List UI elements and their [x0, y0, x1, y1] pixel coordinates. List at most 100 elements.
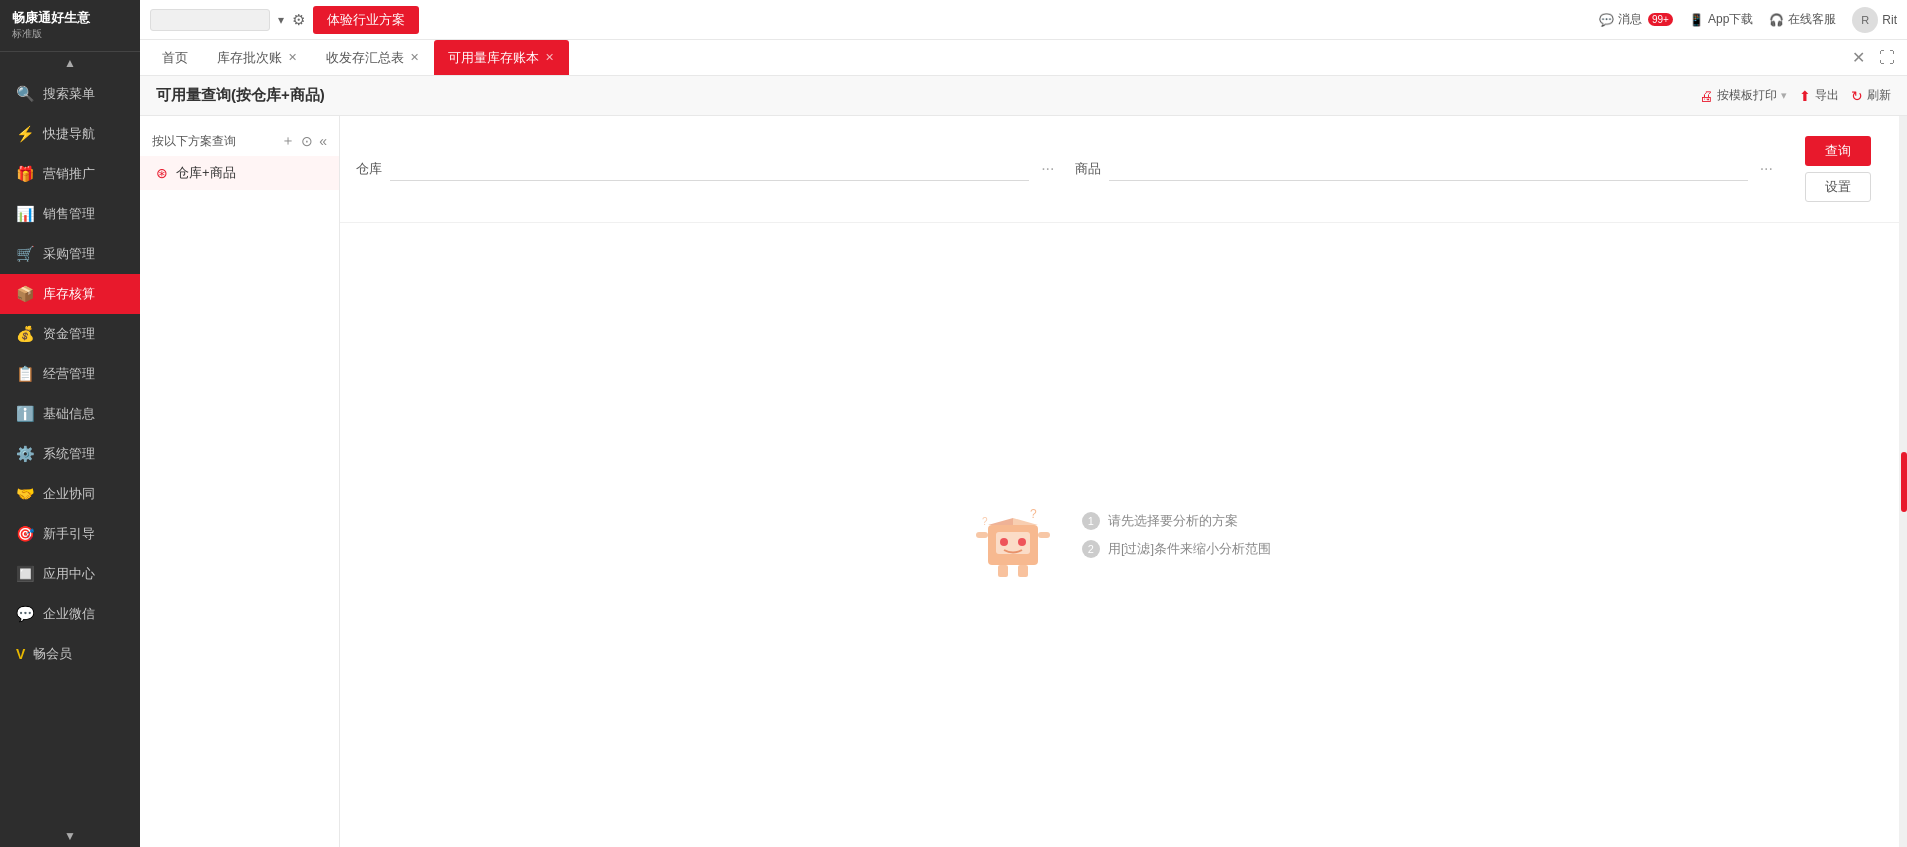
svg-point-3 [1018, 538, 1026, 546]
phone-icon: 📱 [1689, 13, 1704, 27]
sidebar-item-app-center[interactable]: 🔲 应用中心 [0, 554, 140, 594]
sidebar-item-system[interactable]: ⚙️ 系统管理 [0, 434, 140, 474]
tip-num-2: 2 [1082, 540, 1100, 558]
box-icon: 📦 [16, 285, 35, 303]
scheme-icon: ⊛ [156, 165, 168, 181]
filter-panel-title: 按以下方案查询 [152, 133, 236, 150]
product-more-btn[interactable]: ··· [1760, 160, 1773, 178]
svg-text:?: ? [1030, 507, 1037, 521]
user-avatar-area[interactable]: R Rit [1852, 7, 1897, 33]
app-download-item[interactable]: 📱 App下载 [1689, 11, 1753, 28]
tab-close-btn[interactable]: ✕ [1848, 48, 1869, 67]
tabs-right-controls: ✕ ⛶ [1848, 48, 1899, 67]
sidebar-item-shortcuts[interactable]: ⚡ 快捷导航 [0, 114, 140, 154]
tab-close-available-qty[interactable]: ✕ [545, 51, 554, 64]
tab-close-inventory-batch[interactable]: ✕ [288, 51, 297, 64]
wechat-icon: 💬 [16, 605, 35, 623]
topbar-search-input[interactable] [150, 9, 270, 31]
sidebar-scroll-up[interactable]: ▲ [0, 52, 140, 74]
query-area: 仓库 ··· 商品 ··· 查询 设置 [340, 116, 1899, 847]
export-icon: ⬆ [1799, 88, 1811, 104]
handshake-icon: 🤝 [16, 485, 35, 503]
headset-icon: 🎧 [1769, 13, 1784, 27]
topbar-dropdown[interactable]: ▾ [278, 13, 284, 27]
tab-close-stock-summary[interactable]: ✕ [410, 51, 419, 64]
query-actions: 查询 设置 [1793, 128, 1883, 210]
sidebar-item-enterprise[interactable]: 🤝 企业协同 [0, 474, 140, 514]
message-item[interactable]: 💬 消息 99+ [1599, 11, 1673, 28]
svg-rect-4 [998, 565, 1008, 577]
empty-tip-1: 1 请先选择要分析的方案 [1082, 512, 1271, 530]
export-action[interactable]: ⬆ 导出 [1799, 87, 1839, 104]
refresh-action[interactable]: ↻ 刷新 [1851, 87, 1891, 104]
page-header: 可用量查询(按仓库+商品) 🖨 按模板打印 ▾ ⬆ 导出 ↻ 刷新 [140, 76, 1907, 116]
sidebar-item-marketing[interactable]: 🎁 营销推广 [0, 154, 140, 194]
svg-rect-7 [1038, 532, 1050, 538]
topbar-gear-icon[interactable]: ⚙ [292, 11, 305, 29]
main-area: ▾ ⚙ 体验行业方案 💬 消息 99+ 📱 App下载 🎧 在线客服 R Rit [140, 0, 1907, 847]
sidebar-item-members[interactable]: V 畅会员 [0, 634, 140, 674]
info-icon: ℹ️ [16, 405, 35, 423]
filter-panel: 按以下方案查询 ＋ ⊙ « ⊛ 仓库+商品 [140, 116, 340, 847]
vip-icon: V [16, 646, 25, 662]
warehouse-field: 仓库 ··· [356, 158, 1055, 181]
tab-expand-btn[interactable]: ⛶ [1875, 49, 1899, 67]
gift-icon: 🎁 [16, 165, 35, 183]
online-service-item[interactable]: 🎧 在线客服 [1769, 11, 1836, 28]
sidebar-item-finance[interactable]: 💰 资金管理 [0, 314, 140, 354]
sidebar-item-search[interactable]: 🔍 搜索菜单 [0, 74, 140, 114]
warehouse-input[interactable] [390, 158, 1029, 181]
scheme-name: 仓库+商品 [176, 164, 236, 182]
empty-illustration: ? ? [968, 490, 1058, 580]
print-dropdown-icon[interactable]: ▾ [1781, 89, 1787, 102]
message-badge: 99+ [1648, 13, 1673, 26]
settings-button[interactable]: 设置 [1805, 172, 1871, 202]
filter-header-icons: ＋ ⊙ « [281, 132, 327, 150]
sidebar-item-operations[interactable]: 📋 经营管理 [0, 354, 140, 394]
print-icon: 🖨 [1699, 88, 1713, 104]
sidebar-item-inventory[interactable]: 📦 库存核算 [0, 274, 140, 314]
tab-stock-summary[interactable]: 收发存汇总表 ✕ [312, 40, 434, 75]
settings-scheme-btn[interactable]: ⊙ [301, 133, 313, 149]
sidebar-item-wechat[interactable]: 💬 企业微信 [0, 594, 140, 634]
money-icon: 💰 [16, 325, 35, 343]
add-scheme-btn[interactable]: ＋ [281, 132, 295, 150]
filter-scheme-item[interactable]: ⊛ 仓库+商品 [140, 156, 339, 190]
svg-rect-5 [1018, 565, 1028, 577]
query-fields: 仓库 ··· 商品 ··· 查询 设置 [340, 116, 1899, 223]
search-icon: 🔍 [16, 85, 35, 103]
avatar-initials: R [1861, 14, 1869, 26]
svg-text:?: ? [982, 516, 988, 527]
sidebar-item-sales[interactable]: 📊 销售管理 [0, 194, 140, 234]
right-scrollbar-track [1899, 116, 1907, 847]
warehouse-more-btn[interactable]: ··· [1041, 160, 1054, 178]
sidebar-scroll-down[interactable]: ▼ [0, 825, 140, 847]
query-button[interactable]: 查询 [1805, 136, 1871, 166]
clipboard-icon: 📋 [16, 365, 35, 383]
gear-icon: ⚙️ [16, 445, 35, 463]
cart-icon: 🛒 [16, 245, 35, 263]
product-input[interactable] [1109, 158, 1748, 181]
svg-rect-6 [976, 532, 988, 538]
trial-button[interactable]: 体验行业方案 [313, 6, 419, 34]
sidebar-item-purchase[interactable]: 🛒 采购管理 [0, 234, 140, 274]
sidebar-item-guide[interactable]: 🎯 新手引导 [0, 514, 140, 554]
apps-icon: 🔲 [16, 565, 35, 583]
sidebar-item-basic-info[interactable]: ℹ️ 基础信息 [0, 394, 140, 434]
tab-home[interactable]: 首页 [148, 40, 203, 75]
product-label: 商品 [1075, 160, 1101, 178]
tab-available-qty[interactable]: 可用量库存账本 ✕ [434, 40, 569, 75]
username-label: Rit [1882, 13, 1897, 27]
page-header-actions: 🖨 按模板打印 ▾ ⬆ 导出 ↻ 刷新 [1699, 87, 1891, 104]
print-action[interactable]: 🖨 按模板打印 ▾ [1699, 87, 1787, 104]
empty-tips: 1 请先选择要分析的方案 2 用[过滤]条件来缩小分析范围 [1082, 512, 1271, 558]
tab-inventory-batch[interactable]: 库存批次账 ✕ [203, 40, 312, 75]
tip-text-2: 用[过滤]条件来缩小分析范围 [1108, 540, 1271, 558]
collapse-panel-btn[interactable]: « [319, 133, 327, 149]
right-scrollbar-thumb[interactable] [1901, 452, 1907, 512]
lightning-icon: ⚡ [16, 125, 35, 143]
sidebar: 畅康通好生意 标准版 ▲ 🔍 搜索菜单 ⚡ 快捷导航 🎁 营销推广 📊 销售管理… [0, 0, 140, 847]
avatar: R [1852, 7, 1878, 33]
empty-state-inner: ? ? 1 请先选择要分析的方案 2 用[过滤]条件来缩小分析范围 [968, 490, 1271, 580]
topbar: ▾ ⚙ 体验行业方案 💬 消息 99+ 📱 App下载 🎧 在线客服 R Rit [140, 0, 1907, 40]
